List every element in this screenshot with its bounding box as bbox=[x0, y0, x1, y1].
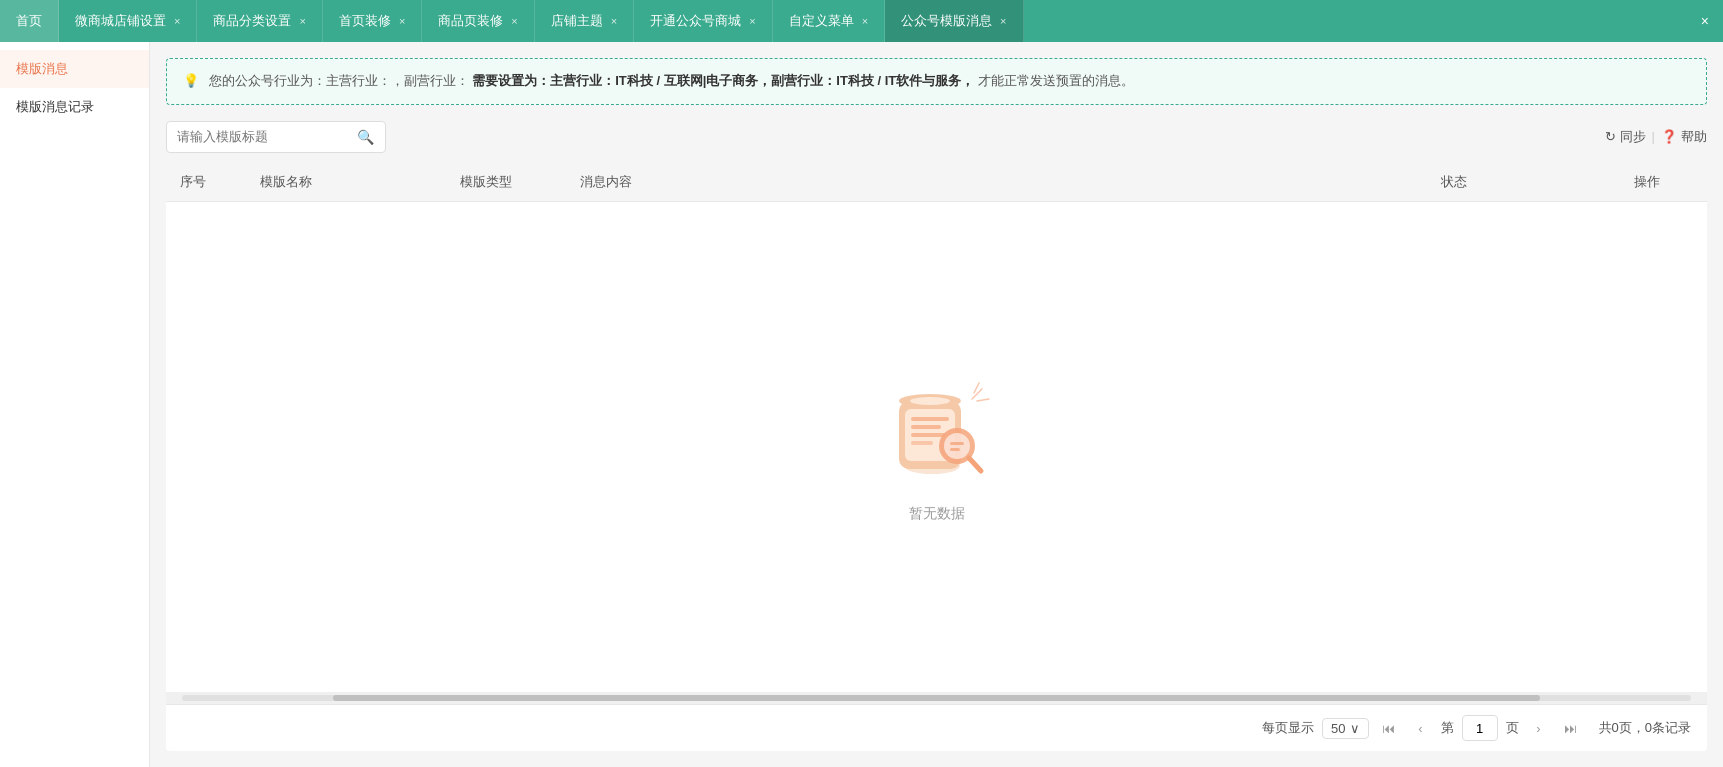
next-page-button[interactable]: › bbox=[1527, 716, 1551, 740]
sync-button[interactable]: ↻ 同步 bbox=[1605, 128, 1646, 146]
th-type: 模版类型 bbox=[446, 163, 566, 201]
nav-label-open-wechat-mall: 开通公众号商城 bbox=[650, 12, 741, 30]
info-banner-suffix: 才能正常发送预置的消息。 bbox=[978, 73, 1134, 88]
info-banner-prefix: 您的公众号行业为：主营行业：，副营行业： bbox=[209, 73, 469, 88]
help-icon: ❓ bbox=[1661, 129, 1677, 144]
sync-label: 同步 bbox=[1620, 128, 1646, 146]
close-icon-custom-menu[interactable]: × bbox=[862, 15, 868, 27]
per-page-label: 每页显示 bbox=[1262, 719, 1314, 737]
page-unit: 页 bbox=[1506, 719, 1519, 737]
toolbar-left: 🔍 bbox=[166, 121, 386, 153]
search-input[interactable] bbox=[177, 129, 357, 144]
search-input-wrap[interactable]: 🔍 bbox=[166, 121, 386, 153]
sidebar-item-label-template-message-log: 模版消息记录 bbox=[16, 99, 94, 114]
sidebar-item-template-message-log[interactable]: 模版消息记录 bbox=[0, 88, 149, 126]
main-layout: 模版消息 模版消息记录 💡 您的公众号行业为：主营行业：，副营行业： 需要设置为… bbox=[0, 42, 1723, 767]
data-table: 序号 模版名称 模版类型 消息内容 状态 操作 bbox=[166, 163, 1707, 751]
close-icon-wechat-template[interactable]: × bbox=[1000, 15, 1006, 27]
info-banner-highlight: 需要设置为：主营行业：IT科技 / 互联网|电子商务，副营行业：IT科技 / I… bbox=[472, 73, 974, 88]
nav-label-wechat-template: 公众号模版消息 bbox=[901, 12, 992, 30]
th-name: 模版名称 bbox=[246, 163, 446, 201]
th-status: 状态 bbox=[1427, 163, 1587, 201]
toolbar-right: ↻ 同步 | ❓ 帮助 bbox=[1605, 128, 1707, 146]
total-info: 共0页，0条记录 bbox=[1599, 719, 1691, 737]
empty-illustration bbox=[877, 371, 997, 491]
nav-item-product-category[interactable]: 商品分类设置 × bbox=[197, 0, 322, 42]
pagination: 每页显示 50 ∨ ⏮ ‹ 第 页 › ⏭ bbox=[166, 704, 1707, 751]
empty-state: 暂无数据 bbox=[877, 371, 997, 523]
content-area: 💡 您的公众号行业为：主营行业：，副营行业： 需要设置为：主营行业：IT科技 /… bbox=[150, 42, 1723, 767]
nav-label-home: 首页 bbox=[16, 12, 42, 30]
per-page-select[interactable]: 50 ∨ bbox=[1322, 718, 1368, 739]
svg-rect-5 bbox=[911, 433, 945, 437]
help-label: 帮助 bbox=[1681, 128, 1707, 146]
sidebar-item-label-template-message: 模版消息 bbox=[16, 61, 68, 76]
svg-line-14 bbox=[972, 389, 982, 399]
svg-line-16 bbox=[974, 383, 979, 393]
nav-label-product-category: 商品分类设置 bbox=[213, 12, 291, 30]
scrollbar-track[interactable] bbox=[182, 695, 1691, 701]
page-input[interactable] bbox=[1462, 715, 1498, 741]
svg-line-15 bbox=[977, 399, 989, 401]
close-icon-shop-theme[interactable]: × bbox=[611, 15, 617, 27]
per-page-value: 50 bbox=[1331, 721, 1345, 736]
per-page-chevron-icon: ∨ bbox=[1350, 721, 1360, 736]
nav-item-home-decor[interactable]: 首页装修 × bbox=[323, 0, 422, 42]
prev-page-icon: ‹ bbox=[1418, 721, 1422, 736]
close-icon-open-wechat-mall[interactable]: × bbox=[749, 15, 755, 27]
sidebar: 模版消息 模版消息记录 bbox=[0, 42, 150, 767]
close-icon-product-category[interactable]: × bbox=[299, 15, 305, 27]
svg-rect-3 bbox=[911, 417, 949, 421]
table-header: 序号 模版名称 模版类型 消息内容 状态 操作 bbox=[166, 163, 1707, 202]
page-label: 第 bbox=[1441, 719, 1454, 737]
nav-item-wechat-template[interactable]: 公众号模版消息 × bbox=[885, 0, 1023, 42]
svg-point-10 bbox=[944, 433, 970, 459]
close-icon-wshop-store[interactable]: × bbox=[174, 15, 180, 27]
toolbar-divider: | bbox=[1652, 129, 1655, 144]
first-page-button[interactable]: ⏮ bbox=[1377, 716, 1401, 740]
nav-item-shop-theme[interactable]: 店铺主题 × bbox=[535, 0, 634, 42]
th-action: 操作 bbox=[1587, 163, 1707, 201]
last-page-button[interactable]: ⏭ bbox=[1559, 716, 1583, 740]
nav-label-shop-theme: 店铺主题 bbox=[551, 12, 603, 30]
svg-point-8 bbox=[910, 397, 950, 405]
toolbar: 🔍 ↻ 同步 | ❓ 帮助 bbox=[166, 121, 1707, 153]
nav-item-product-decor[interactable]: 商品页装修 × bbox=[422, 0, 534, 42]
svg-rect-6 bbox=[911, 441, 933, 445]
nav-label-custom-menu: 自定义菜单 bbox=[789, 12, 854, 30]
nav-item-home[interactable]: 首页 bbox=[0, 0, 59, 42]
nav-item-open-wechat-mall[interactable]: 开通公众号商城 × bbox=[634, 0, 772, 42]
prev-page-button[interactable]: ‹ bbox=[1409, 716, 1433, 740]
close-icon-home-decor[interactable]: × bbox=[399, 15, 405, 27]
last-page-icon: ⏭ bbox=[1564, 721, 1577, 736]
nav-label-home-decor: 首页装修 bbox=[339, 12, 391, 30]
nav-label-product-decor: 商品页装修 bbox=[438, 12, 503, 30]
svg-line-11 bbox=[969, 458, 981, 471]
svg-rect-12 bbox=[950, 442, 964, 445]
help-button[interactable]: ❓ 帮助 bbox=[1661, 128, 1707, 146]
close-all-icon: × bbox=[1701, 13, 1709, 29]
table-body: 暂无数据 bbox=[166, 202, 1707, 692]
scrollbar-thumb[interactable] bbox=[333, 695, 1540, 701]
svg-rect-4 bbox=[911, 425, 941, 429]
svg-rect-13 bbox=[950, 448, 960, 451]
nav-item-custom-menu[interactable]: 自定义菜单 × bbox=[773, 0, 885, 42]
sidebar-item-template-message[interactable]: 模版消息 bbox=[0, 50, 149, 88]
top-nav: 首页 微商城店铺设置 × 商品分类设置 × 首页装修 × 商品页装修 × 店铺主… bbox=[0, 0, 1723, 42]
th-seq: 序号 bbox=[166, 163, 246, 201]
first-page-icon: ⏮ bbox=[1382, 721, 1395, 736]
close-icon-product-decor[interactable]: × bbox=[511, 15, 517, 27]
nav-label-wshop-store: 微商城店铺设置 bbox=[75, 12, 166, 30]
nav-item-wshop-store[interactable]: 微商城店铺设置 × bbox=[59, 0, 197, 42]
next-page-icon: › bbox=[1536, 721, 1540, 736]
sync-icon: ↻ bbox=[1605, 129, 1616, 144]
bulb-icon: 💡 bbox=[183, 73, 199, 88]
info-banner: 💡 您的公众号行业为：主营行业：，副营行业： 需要设置为：主营行业：IT科技 /… bbox=[166, 58, 1707, 105]
scrollbar-row[interactable] bbox=[166, 692, 1707, 704]
nav-spacer bbox=[1024, 0, 1687, 42]
th-content: 消息内容 bbox=[566, 163, 1427, 201]
search-icon[interactable]: 🔍 bbox=[357, 129, 374, 145]
close-all-button[interactable]: × bbox=[1687, 0, 1723, 42]
empty-text: 暂无数据 bbox=[909, 505, 965, 523]
